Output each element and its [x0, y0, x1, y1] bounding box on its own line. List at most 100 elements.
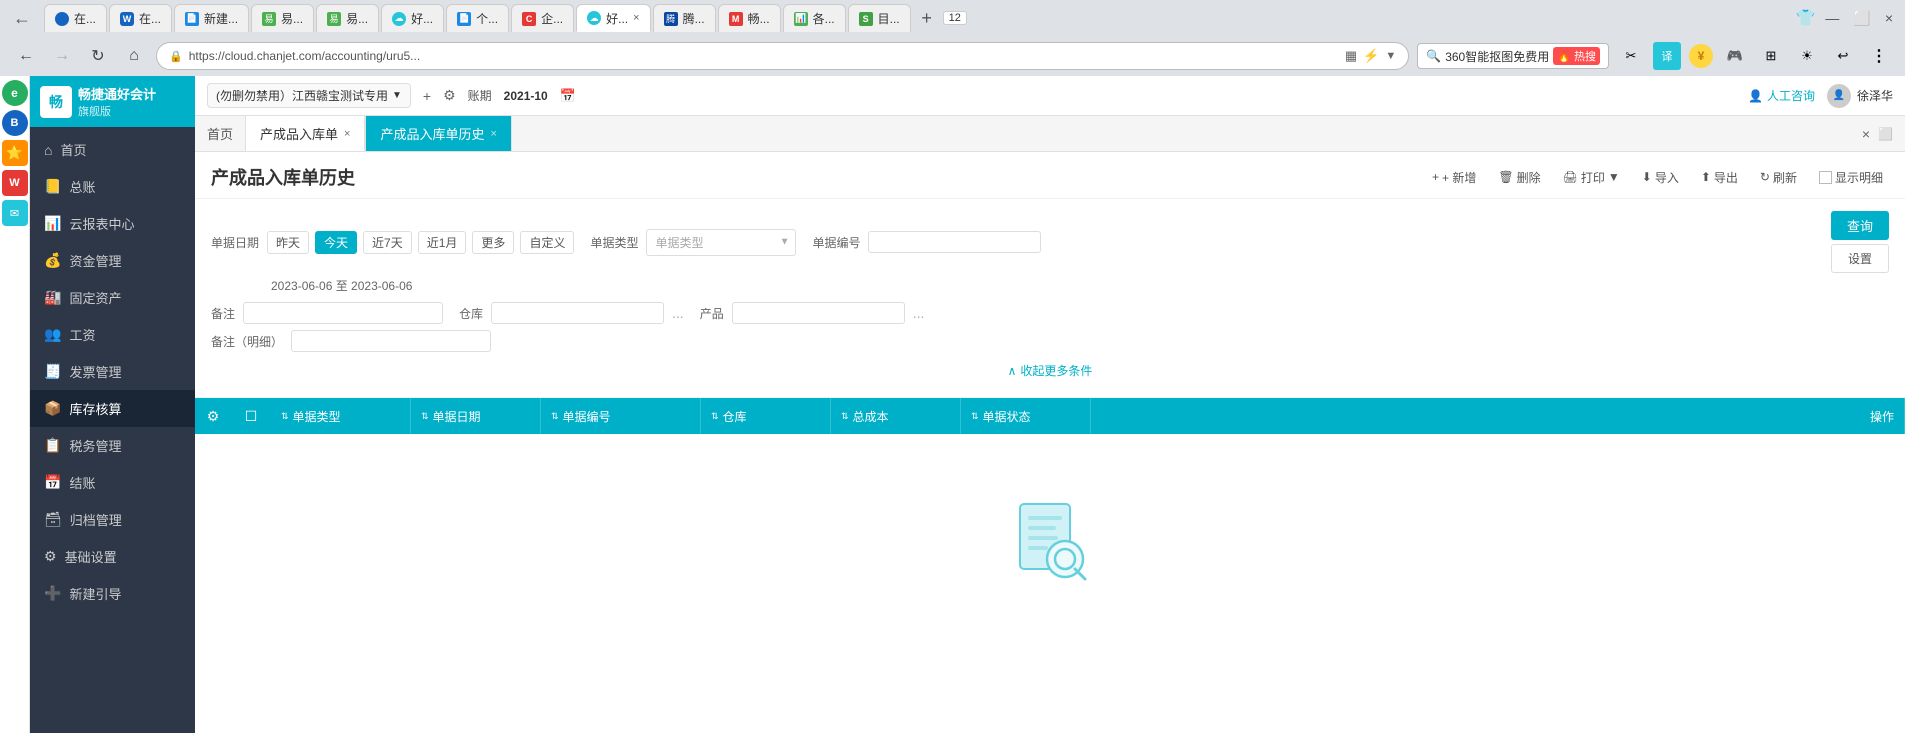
show-columns-button[interactable]: 显示明细 [1813, 165, 1889, 190]
tshirt-icon[interactable]: 👕 [1795, 8, 1815, 28]
sidebar-item-archive[interactable]: 🗃 归档管理 [30, 501, 195, 538]
warehouse-ellipsis-icon[interactable]: ... [672, 305, 684, 321]
query-button[interactable]: 查询 [1831, 211, 1889, 240]
tab-close-icon[interactable]: × [633, 12, 639, 24]
company-selector[interactable]: (勿删勿禁用）江西赣宝测试专用 ▼ [207, 83, 411, 108]
search-box[interactable]: 🔍 360智能抠图免费用 🔥 热搜 [1417, 43, 1609, 69]
brightness-icon[interactable]: ☀ [1793, 42, 1821, 70]
nav-back-icon[interactable]: ← [8, 4, 36, 32]
table-select-all[interactable]: ☐ [231, 408, 271, 425]
tab-5[interactable]: 易 易... [316, 4, 379, 32]
type-select[interactable]: 单据类型 ▼ [646, 229, 796, 256]
date-1month-btn[interactable]: 近1月 [418, 231, 467, 254]
sidebar-item-inventory[interactable]: 📦 库存核算 [30, 390, 195, 427]
date-more-btn[interactable]: 更多 [472, 231, 514, 254]
forward-button[interactable]: → [48, 42, 76, 70]
user-name[interactable]: 徐泽华 [1857, 87, 1893, 104]
sidebar-item-home[interactable]: ⌂ 首页 [30, 131, 195, 168]
sidebar-item-report[interactable]: 📊 云报表中心 [30, 205, 195, 242]
back-button[interactable]: ← [12, 42, 40, 70]
collapse-button[interactable]: ∧ 收起更多条件 [211, 356, 1889, 385]
date-custom-btn[interactable]: 自定义 [520, 231, 574, 254]
icon-bar-blue[interactable]: B [2, 110, 28, 136]
home-button[interactable]: ⌂ [120, 42, 148, 70]
undo-icon[interactable]: ↩ [1829, 42, 1857, 70]
date-today-btn[interactable]: 今天 [315, 231, 357, 254]
col-header-number[interactable]: ⇅ 单据编号 [541, 398, 701, 434]
refresh-button[interactable]: ↻ 刷新 [1754, 165, 1803, 190]
export-button[interactable]: ⬆ 导出 [1695, 165, 1744, 190]
tab-9-active[interactable]: ☁ 好... × [576, 4, 650, 32]
expand-panel-button[interactable]: ⬜ [1878, 127, 1893, 141]
page-tab-history[interactable]: 产成品入库单历史 × [365, 116, 511, 151]
tab-13[interactable]: S 目... [848, 4, 911, 32]
grid-icon[interactable]: ▦ [1345, 48, 1357, 64]
calendar-icon[interactable]: 📅 [560, 88, 576, 104]
add-company-button[interactable]: + [423, 88, 431, 104]
import-button[interactable]: ⬇ 导入 [1636, 165, 1685, 190]
col-header-status[interactable]: ⇅ 单据状态 [961, 398, 1091, 434]
minimize-button[interactable]: — [1821, 10, 1843, 26]
chevron-down-icon[interactable]: ▼ [1385, 50, 1396, 62]
icon-bar-mail[interactable]: ✉ [2, 200, 28, 226]
icon-bar-360[interactable]: e [2, 80, 28, 106]
sidebar-item-funds[interactable]: 💰 资金管理 [30, 242, 195, 279]
delete-button[interactable]: 🗑 删除 [1492, 165, 1546, 190]
url-bar[interactable]: 🔒 https://cloud.chanjet.com/accounting/u… [156, 42, 1409, 70]
tab-4[interactable]: 易 易... [251, 4, 314, 32]
page-tab-close-icon[interactable]: × [344, 128, 350, 140]
col-header-cost[interactable]: ⇅ 总成本 [831, 398, 961, 434]
tab-2[interactable]: W 在... [109, 4, 172, 32]
new-tab-button[interactable]: + [913, 4, 941, 32]
page-tab-close-icon[interactable]: × [490, 128, 496, 140]
tab-8[interactable]: C 企... [511, 4, 574, 32]
more-icon[interactable]: ⋮ [1865, 42, 1893, 70]
tab-7[interactable]: 📄 个... [446, 4, 509, 32]
layout-icon[interactable]: ⊞ [1757, 42, 1785, 70]
lightning-icon[interactable]: ⚡ [1363, 48, 1379, 64]
setting-button[interactable]: 设置 [1831, 244, 1889, 273]
close-panel-button[interactable]: × [1862, 126, 1870, 142]
game-icon[interactable]: 🎮 [1721, 42, 1749, 70]
sidebar-item-ledger[interactable]: 📒 总账 [30, 168, 195, 205]
print-button[interactable]: 🖨 打印 ▼ [1557, 165, 1626, 190]
close-button[interactable]: × [1881, 10, 1897, 26]
tab-12[interactable]: 📊 各... [783, 4, 846, 32]
number-input[interactable] [868, 231, 1041, 253]
yuan-icon[interactable]: ¥ [1689, 44, 1713, 68]
sidebar-item-new-guide[interactable]: ➕ 新建引导 [30, 575, 195, 612]
date-yesterday-btn[interactable]: 昨天 [267, 231, 309, 254]
product-ellipsis-icon[interactable]: ... [913, 305, 925, 321]
settings-gear-button[interactable]: ⚙ [443, 87, 456, 104]
icon-bar-star[interactable]: ⭐ [2, 140, 28, 166]
maximize-button[interactable]: ⬜ [1849, 10, 1874, 27]
translate-icon[interactable]: 译 [1653, 42, 1681, 70]
icon-bar-weibo[interactable]: W [2, 170, 28, 196]
tab-6[interactable]: ☁ 好... [381, 4, 444, 32]
note-input[interactable] [243, 302, 443, 324]
tab-3[interactable]: 📄 新建... [174, 4, 249, 32]
col-header-warehouse[interactable]: ⇅ 仓库 [701, 398, 831, 434]
col-header-date[interactable]: ⇅ 单据日期 [411, 398, 541, 434]
warehouse-input[interactable] [491, 302, 664, 324]
product-input[interactable] [732, 302, 905, 324]
user-service-button[interactable]: 👤 人工咨询 [1748, 87, 1815, 104]
sidebar-item-payroll[interactable]: 👥 工资 [30, 316, 195, 353]
tab-active[interactable]: 在... [44, 4, 107, 32]
col-header-type[interactable]: ⇅ 单据类型 [271, 398, 411, 434]
tab-10[interactable]: 腾 腾... [653, 4, 716, 32]
sidebar-item-tax[interactable]: 📋 税务管理 [30, 427, 195, 464]
new-button[interactable]: + + 新增 [1426, 165, 1482, 190]
refresh-button[interactable]: ↻ [84, 42, 112, 70]
tab-11[interactable]: M 畅... [718, 4, 781, 32]
page-tab-list[interactable]: 产成品入库单 × [245, 116, 365, 151]
sidebar-item-closing[interactable]: 📅 结账 [30, 464, 195, 501]
date-7days-btn[interactable]: 近7天 [363, 231, 412, 254]
sidebar-item-settings[interactable]: ⚙ 基础设置 [30, 538, 195, 575]
breadcrumb-home[interactable]: 首页 [195, 116, 245, 151]
sidebar-item-invoice[interactable]: 🧾 发票管理 [30, 353, 195, 390]
detail-note-input[interactable] [291, 330, 491, 352]
table-gear-button[interactable]: ⚙ [195, 408, 231, 425]
sidebar-item-assets[interactable]: 🏭 固定资产 [30, 279, 195, 316]
scissors-icon[interactable]: ✂ [1617, 42, 1645, 70]
